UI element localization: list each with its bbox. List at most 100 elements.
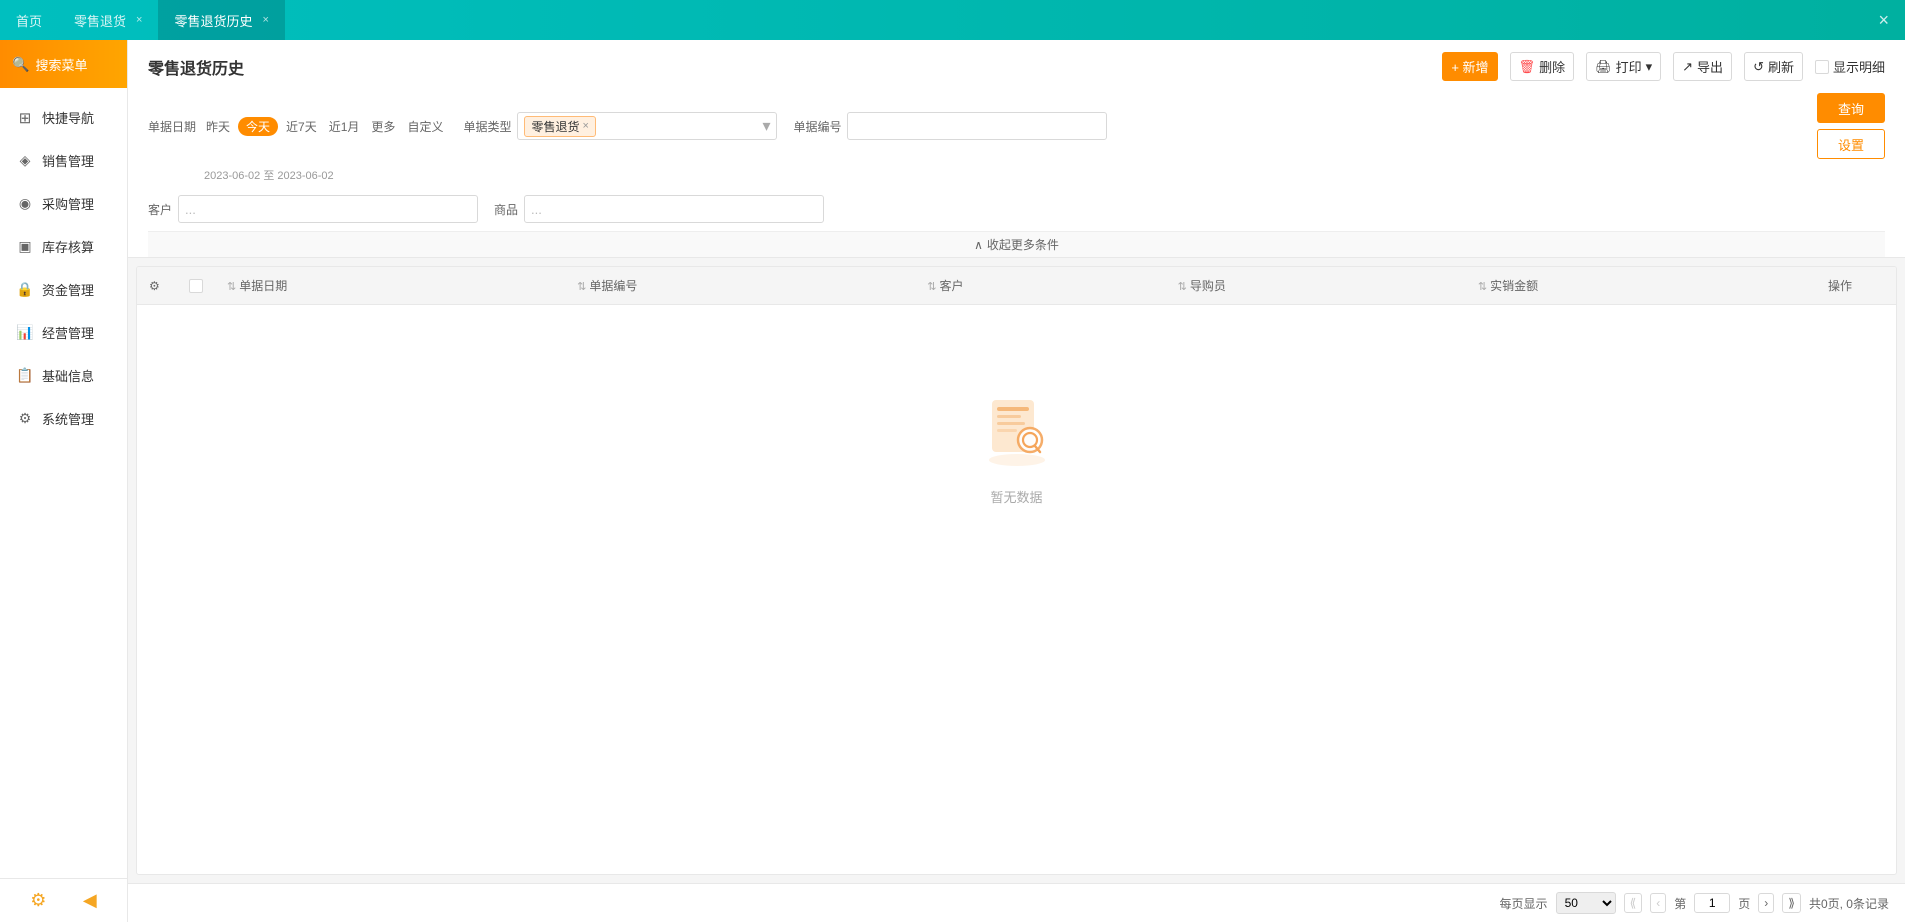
th-customer[interactable]: 客户 [915, 267, 1165, 305]
last-page-btn[interactable]: ⟫ [1782, 893, 1801, 913]
th-date[interactable]: 单据日期 [215, 267, 565, 305]
empty-state: 暂无数据 [137, 305, 1896, 586]
page-size-label: 每页显示 [1500, 895, 1548, 912]
filter-settings-button[interactable]: 设置 [1817, 129, 1885, 159]
filter-row-3: 客户 ... 商品 ... [148, 195, 1885, 223]
display-toggle[interactable]: 显示明细 [1815, 57, 1885, 76]
filter-customer-group: 客户 ... [148, 195, 478, 223]
th-ops: 操作 [1816, 267, 1896, 305]
goods-input-wrapper[interactable]: ... [524, 195, 824, 223]
delete-button[interactable]: 🗑 删除 [1510, 52, 1575, 81]
customer-input-wrapper[interactable]: ... [178, 195, 478, 223]
th-customer-label: 客户 [939, 279, 963, 293]
date-btn-more[interactable]: 更多 [367, 117, 399, 136]
sidebar-nav: ⊞ 快捷导航 ◈ 销售管理 ◉ 采购管理 ▣ 库存核算 🔒 资金管理 📊 经营管 [0, 88, 127, 878]
th-date-label: 单据日期 [239, 279, 287, 293]
sidebar-item-sales[interactable]: ◈ 销售管理 [0, 139, 127, 182]
check-all-checkbox[interactable] [189, 279, 203, 293]
toolbar-right: + 新增 🗑 删除 🖨 打印 ▾ ↗ 导出 ↺ [1442, 52, 1885, 81]
sidebar-item-finance[interactable]: 🔒 资金管理 [0, 268, 127, 311]
sidebar-item-operation[interactable]: 📊 经营管理 [0, 311, 127, 354]
first-page-btn[interactable]: ⟪ [1624, 893, 1643, 913]
prev-page-btn[interactable]: ‹ [1650, 893, 1666, 913]
collapse-up-icon: ∧ [974, 238, 983, 252]
th-amount[interactable]: 实销金额 [1466, 267, 1816, 305]
sidebar: 🔍 搜索菜单 ⊞ 快捷导航 ◈ 销售管理 ◉ 采购管理 ▣ 库存核算 🔒 资金 [0, 40, 128, 922]
voucher-type-tag-wrapper[interactable]: 零售退货 × ▾ [517, 112, 777, 140]
new-button[interactable]: + 新增 [1442, 52, 1497, 81]
table-section: ⚙ 单据日期 单据编号 客户 [136, 266, 1897, 875]
sidebar-item-sales-label: 销售管理 [42, 151, 94, 170]
sidebar-pin-btn[interactable]: ◀ [83, 890, 97, 911]
export-icon: ↗ [1682, 59, 1693, 75]
sidebar-item-system[interactable]: ⚙ 系统管理 [0, 397, 127, 440]
date-btn-yesterday[interactable]: 昨天 [202, 117, 234, 136]
export-button[interactable]: ↗ 导出 [1673, 52, 1732, 81]
finance-icon: 🔒 [16, 281, 34, 299]
window-close-btn[interactable]: × [1878, 10, 1905, 31]
sidebar-item-inventory-label: 库存核算 [42, 237, 94, 256]
page-input[interactable] [1694, 893, 1730, 913]
page-label: 页 [1738, 895, 1750, 912]
voucher-type-dropdown-icon[interactable]: ▾ [762, 116, 770, 136]
next-page-btn[interactable]: › [1758, 893, 1774, 913]
tab-retail-return[interactable]: 零售退货 × [58, 0, 158, 40]
th-gear[interactable]: ⚙ [137, 267, 177, 305]
gear-icon[interactable]: ⚙ [149, 279, 160, 293]
th-no-label: 单据编号 [589, 279, 637, 293]
th-no[interactable]: 单据编号 [565, 267, 915, 305]
query-button[interactable]: 查询 [1817, 93, 1885, 123]
filter-goods-group: 商品 ... [494, 195, 824, 223]
voucher-no-input[interactable] [847, 112, 1107, 140]
tab-retail-return-history-close[interactable]: × [262, 14, 268, 26]
sidebar-item-quick-nav[interactable]: ⊞ 快捷导航 [0, 96, 127, 139]
collapse-filter-btn[interactable]: ∧ 收起更多条件 [148, 231, 1885, 257]
delete-icon: 🗑 [1519, 59, 1536, 75]
sidebar-settings-btn[interactable]: ⚙ [30, 890, 46, 911]
sidebar-item-basic-info[interactable]: 📋 基础信息 [0, 354, 127, 397]
tab-retail-return-close[interactable]: × [136, 14, 142, 26]
sidebar-search[interactable]: 🔍 搜索菜单 [0, 40, 127, 88]
print-button[interactable]: 🖨 打印 ▾ [1586, 52, 1661, 81]
filter-row-2: 2023-06-02 至 2023-06-02 [148, 167, 1885, 187]
page-size-select[interactable]: 10 20 50 100 [1556, 892, 1616, 914]
page-header: 零售退货历史 + 新增 🗑 删除 🖨 打印 ▾ ↗ 导出 [128, 40, 1905, 258]
date-range-display: 2023-06-02 至 2023-06-02 [204, 167, 334, 183]
tab-list: 首页 零售退货 × 零售退货历史 × [0, 0, 1878, 40]
sidebar-item-finance-label: 资金管理 [42, 280, 94, 299]
data-table: ⚙ 单据日期 单据编号 客户 [137, 267, 1896, 586]
purchase-icon: ◉ [16, 195, 34, 213]
filter-row-1: 单据日期 昨天 今天 近7天 近1月 更多 自定义 单据类型 [148, 93, 1885, 159]
print-arrow-icon: ▾ [1646, 59, 1653, 75]
display-label: 显示明细 [1833, 57, 1885, 76]
sidebar-item-purchase[interactable]: ◉ 采购管理 [0, 182, 127, 225]
tab-home[interactable]: 首页 [0, 0, 58, 40]
filter-date-group: 单据日期 昨天 今天 近7天 近1月 更多 自定义 [148, 117, 447, 136]
th-check[interactable] [177, 267, 215, 305]
operation-icon: 📊 [16, 324, 34, 342]
date-btn-custom[interactable]: 自定义 [403, 117, 447, 136]
page-label-pre: 第 [1674, 895, 1686, 912]
th-guide[interactable]: 导购员 [1166, 267, 1466, 305]
date-btn-today[interactable]: 今天 [238, 117, 278, 136]
voucher-type-tag-close[interactable]: × [582, 120, 588, 132]
tab-retail-return-label: 零售退货 [74, 11, 126, 30]
tab-retail-return-history[interactable]: 零售退货历史 × [158, 0, 284, 40]
date-btn-1month[interactable]: 近1月 [325, 117, 364, 136]
filter-area: 单据日期 昨天 今天 近7天 近1月 更多 自定义 单据类型 [148, 93, 1885, 257]
sidebar-search-label: 搜索菜单 [35, 55, 87, 74]
page-title: 零售退货历史 [148, 55, 244, 79]
sidebar-item-inventory[interactable]: ▣ 库存核算 [0, 225, 127, 268]
main-layout: 🔍 搜索菜单 ⊞ 快捷导航 ◈ 销售管理 ◉ 采购管理 ▣ 库存核算 🔒 资金 [0, 40, 1905, 922]
refresh-button[interactable]: ↺ 刷新 [1744, 52, 1803, 81]
search-icon: 🔍 [12, 56, 29, 73]
display-checkbox[interactable] [1815, 60, 1829, 74]
quick-nav-icon: ⊞ [16, 109, 34, 127]
date-btn-7days[interactable]: 近7天 [282, 117, 321, 136]
system-icon: ⚙ [16, 410, 34, 428]
refresh-icon: ↺ [1753, 59, 1764, 75]
sidebar-bottom: ⚙ ◀ [0, 878, 127, 922]
date-shortcuts: 昨天 今天 近7天 近1月 更多 自定义 [202, 117, 447, 136]
empty-state-row: 暂无数据 [137, 305, 1896, 587]
total-label: 共0页, 0条记录 [1809, 895, 1889, 912]
